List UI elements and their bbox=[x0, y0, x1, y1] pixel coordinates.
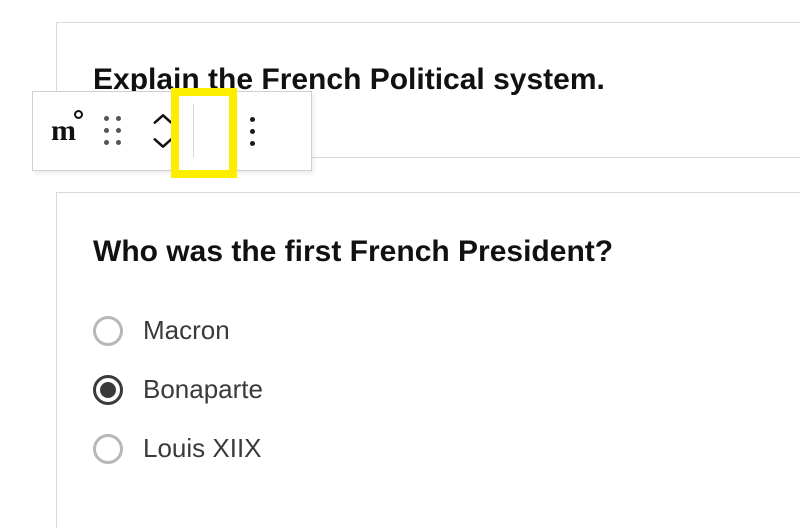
chevron-down-icon bbox=[152, 136, 174, 150]
move-up-button[interactable] bbox=[152, 112, 174, 126]
drag-handle[interactable] bbox=[93, 92, 133, 170]
more-options-button[interactable] bbox=[194, 92, 311, 170]
more-vertical-icon bbox=[250, 117, 255, 146]
radio-button[interactable] bbox=[93, 375, 123, 405]
option-label: Macron bbox=[143, 315, 230, 346]
option-label: Louis XIIX bbox=[143, 433, 262, 464]
move-down-button[interactable] bbox=[152, 136, 174, 150]
option-row[interactable]: Bonaparte bbox=[93, 374, 263, 405]
option-label: Bonaparte bbox=[143, 374, 263, 405]
mentimeter-icon: m bbox=[51, 114, 75, 148]
radio-button[interactable] bbox=[93, 434, 123, 464]
radio-button[interactable] bbox=[93, 316, 123, 346]
options-list: Macron Bonaparte Louis XIIX bbox=[93, 315, 263, 492]
question-text: Who was the first French President? bbox=[93, 235, 613, 269]
chevron-up-icon bbox=[152, 112, 174, 126]
option-row[interactable]: Louis XIIX bbox=[93, 433, 263, 464]
block-toolbar: m bbox=[32, 91, 312, 171]
option-row[interactable]: Macron bbox=[93, 315, 263, 346]
block-type-button[interactable]: m bbox=[33, 92, 93, 170]
block-question: Who was the first French President? Macr… bbox=[56, 192, 800, 528]
drag-icon bbox=[104, 116, 122, 146]
